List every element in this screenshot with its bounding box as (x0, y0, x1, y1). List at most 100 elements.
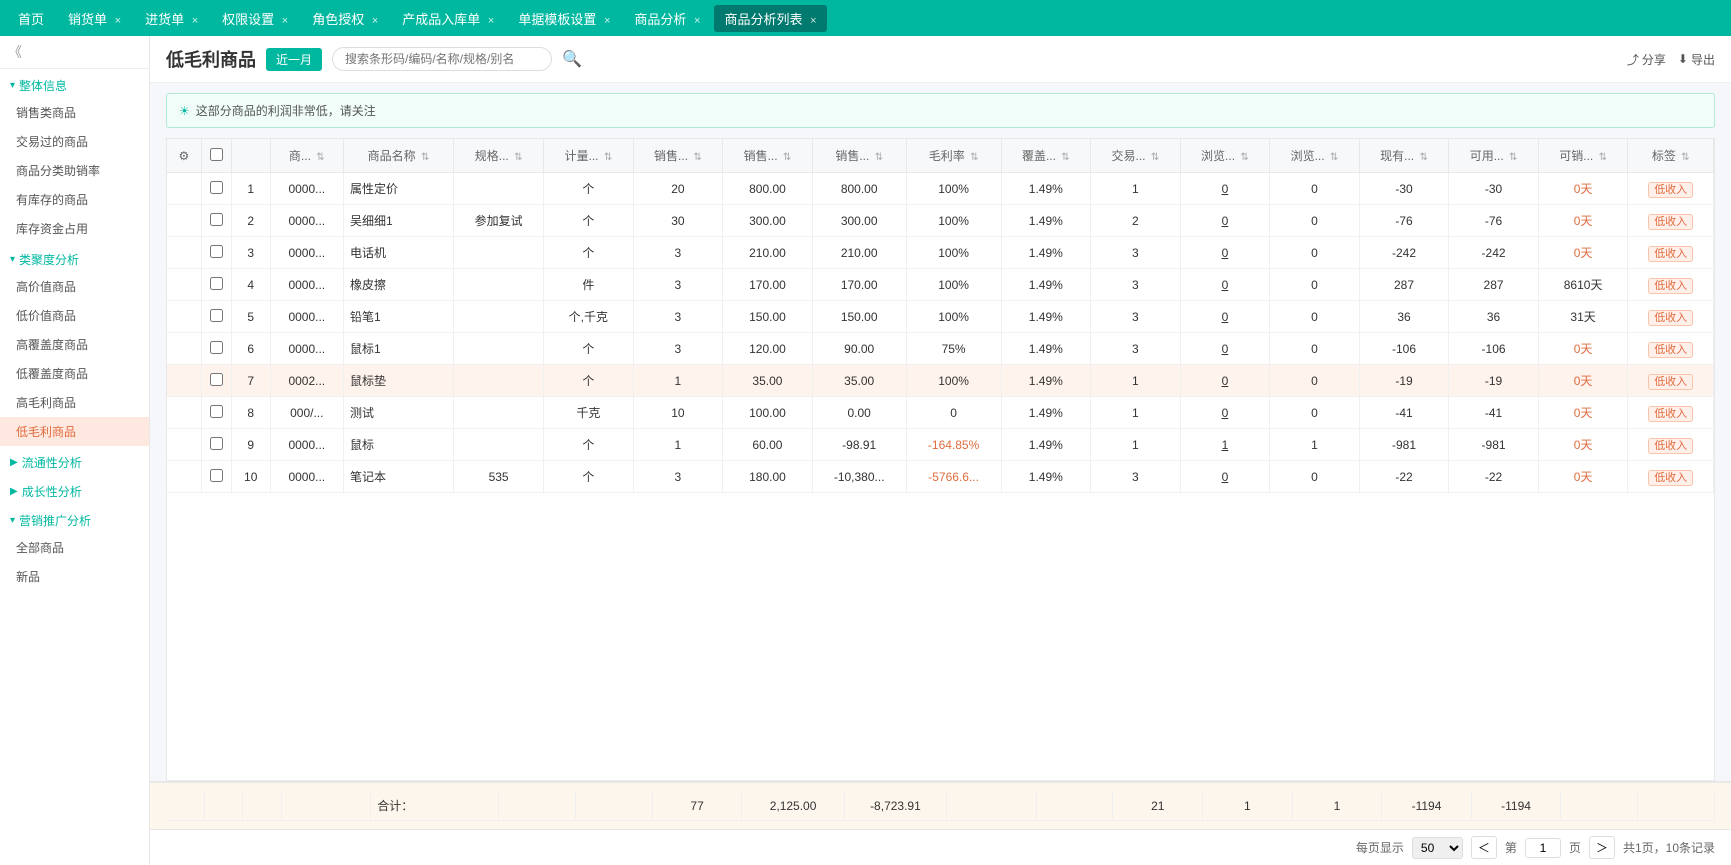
page-input[interactable] (1525, 838, 1561, 858)
col-sales-qty[interactable]: 销售... ⇅ (633, 139, 723, 173)
row-checkbox[interactable] (201, 237, 231, 269)
select-all-checkbox[interactable] (210, 148, 223, 161)
row-browse1[interactable]: 0 (1180, 173, 1270, 205)
nav-products-entry[interactable]: 产成品入库单 × (392, 5, 504, 32)
sidebar-item-all-products[interactable]: 全部商品 (0, 533, 149, 562)
col-available[interactable]: 可用... ⇅ (1449, 139, 1539, 173)
data-table-wrapper[interactable]: ⚙ 商... ⇅ 商品名称 ⇅ 规格... ⇅ 计量... ⇅ 销售... ⇅ … (166, 138, 1715, 781)
row-browse1[interactable]: 0 (1180, 205, 1270, 237)
next-page-btn[interactable]: ＞ (1589, 836, 1615, 859)
col-settings[interactable]: ⚙ (167, 139, 201, 173)
sidebar-item-stock-capital[interactable]: 库存资金占用 (0, 214, 149, 243)
export-btn[interactable]: ⬇ 导出 (1678, 51, 1715, 68)
sidebar-group-growth[interactable]: ▶ 成长性分析 (0, 475, 149, 504)
nav-product-analysis-list[interactable]: 商品分析列表 × (714, 5, 826, 32)
nav-template-settings[interactable]: 单据模板设置 × (508, 5, 620, 32)
col-browse1[interactable]: 浏览... ⇅ (1180, 139, 1270, 173)
row-checkbox[interactable] (201, 461, 231, 493)
nav-products-entry-close[interactable]: × (488, 15, 494, 27)
sidebar-item-low-margin[interactable]: 低毛利商品 (0, 417, 149, 446)
col-checkbox[interactable] (201, 139, 231, 173)
row-no: 3 (231, 237, 270, 269)
col-unit[interactable]: 计量... ⇅ (544, 139, 634, 173)
nav-sales-close[interactable]: × (115, 15, 121, 27)
row-checkbox[interactable] (201, 429, 231, 461)
sidebar-item-high-margin[interactable]: 高毛利商品 (0, 388, 149, 417)
nav-purchase[interactable]: 进货单 × (135, 5, 208, 32)
row-settings (167, 269, 201, 301)
nav-permissions-close[interactable]: × (282, 15, 288, 27)
row-checkbox[interactable] (201, 173, 231, 205)
nav-permissions[interactable]: 权限设置 × (212, 5, 298, 32)
sidebar-item-low-value[interactable]: 低价值商品 (0, 301, 149, 330)
row-current-stock: -76 (1359, 205, 1449, 237)
nav-product-analysis[interactable]: 商品分析 × (624, 5, 710, 32)
row-checkbox[interactable] (201, 365, 231, 397)
sidebar-item-high-coverage[interactable]: 高覆盖度商品 (0, 330, 149, 359)
col-spec[interactable]: 规格... ⇅ (454, 139, 544, 173)
nav-home[interactable]: 首页 (8, 5, 54, 32)
total-trade: 21 (1113, 791, 1203, 821)
row-tag: 低收入 (1628, 397, 1714, 429)
row-gross-margin: 75% (906, 333, 1001, 365)
sidebar-item-sales-products[interactable]: 销售类商品 (0, 98, 149, 127)
col-tag[interactable]: 标签 ⇅ (1628, 139, 1714, 173)
col-browse2[interactable]: 浏览... ⇅ (1270, 139, 1360, 173)
nav-template-settings-close[interactable]: × (604, 15, 610, 27)
nav-purchase-close[interactable]: × (192, 15, 198, 27)
col-saleable[interactable]: 可销... ⇅ (1538, 139, 1628, 173)
row-browse1[interactable]: 0 (1180, 397, 1270, 429)
col-sales-price[interactable]: 销售... ⇅ (723, 139, 813, 173)
row-browse1[interactable]: 0 (1180, 269, 1270, 301)
col-coverage[interactable]: 覆盖... ⇅ (1001, 139, 1091, 173)
row-tag: 低收入 (1628, 205, 1714, 237)
nav-sales[interactable]: 销货单 × (58, 5, 131, 32)
sidebar-item-in-stock[interactable]: 有库存的商品 (0, 185, 149, 214)
row-checkbox[interactable] (201, 333, 231, 365)
col-name[interactable]: 商品名称 ⇅ (343, 139, 453, 173)
sidebar-item-new-products[interactable]: 新品 (0, 562, 149, 591)
row-browse1[interactable]: 0 (1180, 333, 1270, 365)
col-sales-profit[interactable]: 销售... ⇅ (812, 139, 906, 173)
col-trade[interactable]: 交易... ⇅ (1091, 139, 1181, 173)
search-input[interactable] (332, 47, 552, 71)
row-checkbox[interactable] (201, 301, 231, 333)
row-browse1[interactable]: 0 (1180, 301, 1270, 333)
page-size-select[interactable]: 50 20 100 (1412, 837, 1463, 859)
nav-product-analysis-list-close[interactable]: × (810, 15, 816, 27)
row-browse2: 0 (1270, 205, 1360, 237)
sidebar-item-category-assist[interactable]: 商品分类助销率 (0, 156, 149, 185)
total-available: -1194 (1471, 791, 1561, 821)
prev-page-btn[interactable]: ＜ (1471, 836, 1497, 859)
row-sales-profit: 210.00 (812, 237, 906, 269)
sidebar-item-high-value[interactable]: 高价值商品 (0, 272, 149, 301)
row-checkbox[interactable] (201, 397, 231, 429)
sidebar-group-liquidity[interactable]: ▶ 流通性分析 (0, 446, 149, 475)
filter-btn[interactable]: 近一月 (266, 48, 322, 71)
table-row: 9 0000... 鼠标 个 1 60.00 -98.91 -164.85% 1… (167, 429, 1714, 461)
row-browse1[interactable]: 0 (1180, 365, 1270, 397)
sidebar-item-low-coverage[interactable]: 低覆盖度商品 (0, 359, 149, 388)
sidebar-collapse-btn[interactable]: 《 (8, 42, 22, 62)
nav-product-analysis-close[interactable]: × (694, 15, 700, 27)
row-browse1[interactable]: 0 (1180, 461, 1270, 493)
notice-bar: ☀ 这部分商品的利润非常低，请关注 (166, 93, 1715, 128)
page-title: 低毛利商品 (166, 46, 256, 72)
row-sales-qty: 3 (633, 301, 723, 333)
col-gross-margin[interactable]: 毛利率 ⇅ (906, 139, 1001, 173)
search-icon[interactable]: 🔍 (562, 49, 582, 69)
row-sales-price: 300.00 (723, 205, 813, 237)
total-browse2: 1 (1292, 791, 1382, 821)
row-checkbox[interactable] (201, 205, 231, 237)
row-browse1[interactable]: 0 (1180, 237, 1270, 269)
row-trade: 1 (1091, 365, 1181, 397)
col-code[interactable]: 商... ⇅ (270, 139, 343, 173)
row-browse1[interactable]: 1 (1180, 429, 1270, 461)
col-current-stock[interactable]: 现有... ⇅ (1359, 139, 1449, 173)
sidebar-item-traded[interactable]: 交易过的商品 (0, 127, 149, 156)
row-code: 0000... (270, 461, 343, 493)
nav-roles-close[interactable]: × (372, 15, 378, 27)
share-btn[interactable]: ⤴ 分享 (1627, 51, 1666, 68)
row-checkbox[interactable] (201, 269, 231, 301)
nav-roles[interactable]: 角色授权 × (302, 5, 388, 32)
